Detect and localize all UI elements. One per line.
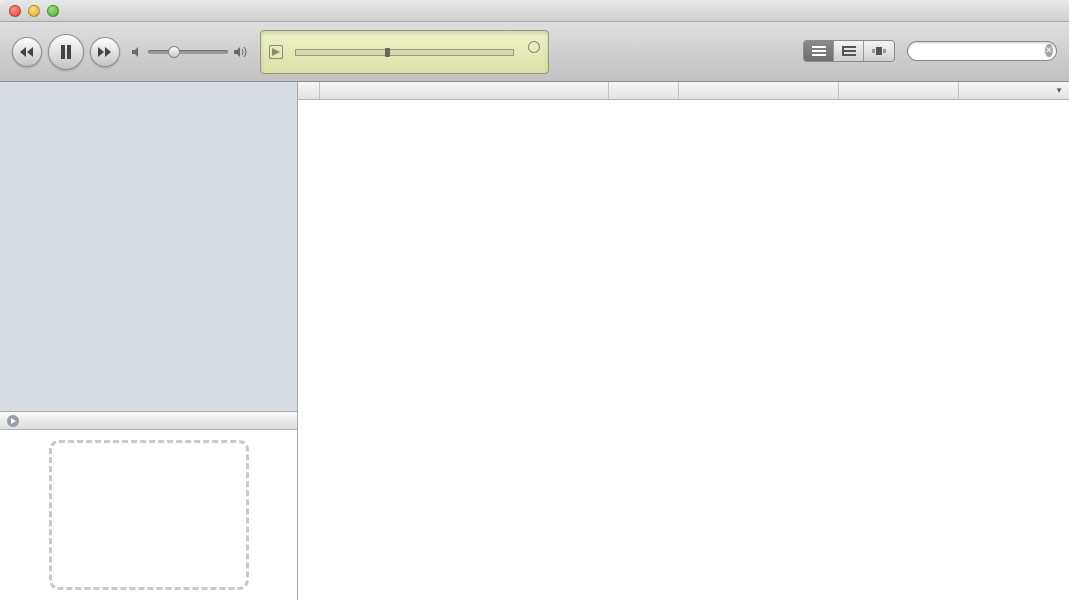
search-input[interactable] — [918, 45, 1041, 57]
sidebar — [0, 82, 298, 600]
lcd-art-icon[interactable] — [269, 45, 283, 59]
transport-controls — [12, 34, 120, 70]
titlebar[interactable] — [0, 0, 1069, 22]
window: ✕ — [0, 0, 1069, 600]
col-date[interactable]: ▼ — [959, 82, 1069, 99]
lcd-repeat-icon[interactable] — [528, 41, 540, 53]
artwork-placeholder-text — [49, 440, 249, 590]
volume-thumb[interactable] — [168, 46, 180, 58]
artwork-dropzone[interactable] — [0, 430, 297, 600]
col-artist[interactable] — [679, 82, 839, 99]
tracklist: ▼ — [298, 82, 1069, 600]
progress-bar[interactable] — [289, 49, 520, 56]
search-clear-button[interactable]: ✕ — [1045, 44, 1053, 57]
view-coverflow-button[interactable] — [864, 41, 894, 61]
source-list — [0, 82, 297, 411]
previous-button[interactable] — [12, 37, 42, 67]
view-list-button[interactable] — [804, 41, 834, 61]
view-grid-button[interactable] — [834, 41, 864, 61]
artwork-toggle-icon[interactable] — [6, 414, 20, 428]
col-track[interactable] — [609, 82, 679, 99]
close-button[interactable] — [9, 5, 21, 17]
col-album[interactable] — [839, 82, 959, 99]
minimize-button[interactable] — [28, 5, 40, 17]
volume-slider[interactable] — [132, 47, 248, 57]
column-headers: ▼ — [298, 82, 1069, 100]
volume-low-icon — [132, 47, 142, 57]
traffic-lights — [9, 5, 59, 17]
col-name[interactable] — [320, 82, 609, 99]
progress-thumb[interactable] — [385, 48, 390, 57]
track-rows — [298, 100, 1069, 600]
zoom-button[interactable] — [47, 5, 59, 17]
artwork-header[interactable] — [0, 412, 297, 430]
sort-indicator-icon: ▼ — [1055, 86, 1063, 95]
next-button[interactable] — [90, 37, 120, 67]
artwork-panel — [0, 411, 297, 600]
volume-high-icon — [234, 47, 248, 57]
pause-button[interactable] — [48, 34, 84, 70]
view-switcher — [803, 40, 895, 64]
search-wrap: ✕ — [907, 41, 1057, 63]
toolbar: ✕ — [0, 22, 1069, 82]
volume-track[interactable] — [148, 50, 228, 54]
progress-track[interactable] — [295, 49, 514, 56]
lcd-display — [260, 30, 549, 74]
search-field[interactable]: ✕ — [907, 41, 1057, 61]
col-indicator[interactable] — [298, 82, 320, 99]
body: ▼ — [0, 82, 1069, 600]
